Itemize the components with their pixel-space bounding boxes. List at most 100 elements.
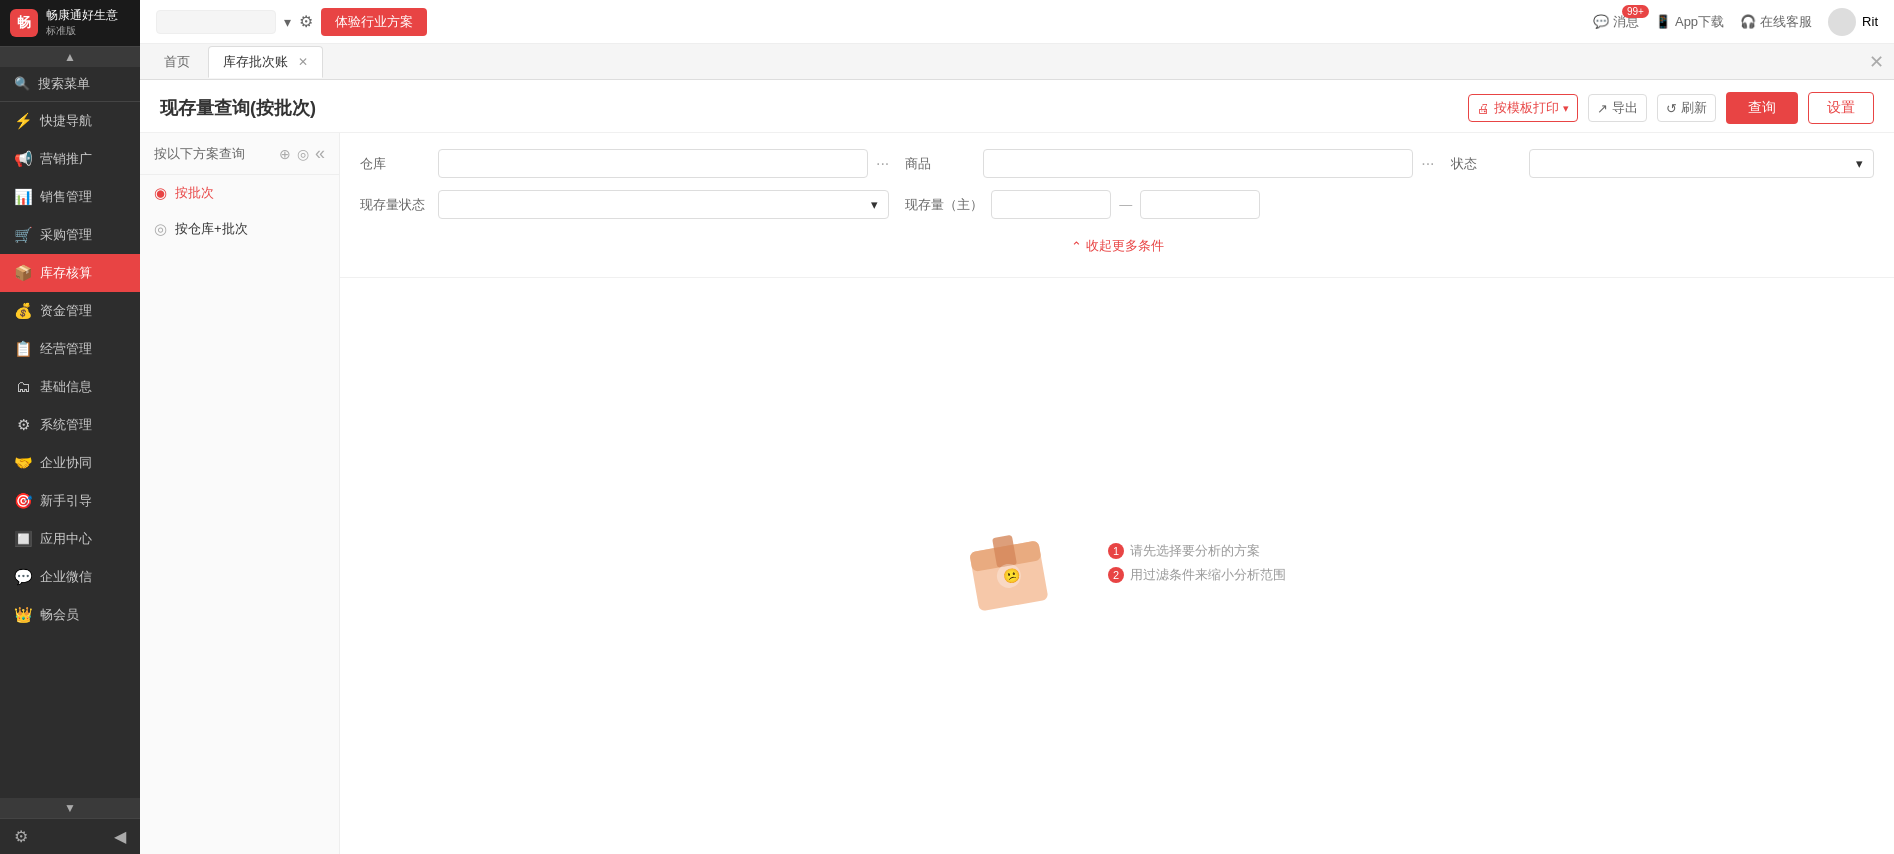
topbar-search-input[interactable] <box>156 10 276 34</box>
topbar-dropdown-icon[interactable]: ▾ <box>284 14 291 30</box>
sidebar-menu: ⚡ 快捷导航 📢 营销推广 📊 销售管理 🛒 采购管理 📦 库存核算 💰 资金管… <box>0 102 140 798</box>
member-icon: 👑 <box>14 606 32 624</box>
topbar-app-download[interactable]: 📱 App下载 <box>1655 13 1724 31</box>
hint-num-2: 2 <box>1108 567 1124 583</box>
filter-product: 商品 ··· <box>905 149 1434 178</box>
hint-num-1: 1 <box>1108 543 1124 559</box>
warehouse-dots[interactable]: ··· <box>876 155 889 173</box>
topbar-user[interactable]: Rit <box>1828 8 1878 36</box>
stock-qty-label: 现存量（主） <box>905 196 983 214</box>
basic-icon: 🗂 <box>14 378 32 395</box>
stock-qty-from-input[interactable] <box>991 190 1111 219</box>
tab-batch-close[interactable]: ✕ <box>298 55 308 69</box>
refresh-icon: ↺ <box>1666 101 1677 116</box>
topbar-gear-icon[interactable]: ⚙ <box>299 12 313 31</box>
product-dots[interactable]: ··· <box>1421 155 1434 173</box>
filter-warehouse: 仓库 ··· <box>360 149 889 178</box>
schema-warehouse-batch-label: 按仓库+批次 <box>175 220 248 238</box>
sidebar-item-wechat[interactable]: 💬 企业微信 <box>0 558 140 596</box>
settings-button[interactable]: 设置 <box>1808 92 1874 124</box>
sidebar: 畅 畅康通好生意 标准版 ▲ 🔍 搜索菜单 ⚡ 快捷导航 📢 营销推广 📊 销售… <box>0 0 140 854</box>
sidebar-item-label: 畅会员 <box>40 606 79 624</box>
sidebar-item-basic[interactable]: 🗂 基础信息 <box>0 368 140 406</box>
sidebar-item-finance[interactable]: 💰 资金管理 <box>0 292 140 330</box>
collapse-more-btn[interactable]: ⌃ 收起更多条件 <box>360 231 1874 261</box>
status-filter-label: 状态 <box>1451 155 1521 173</box>
sidebar-item-label: 库存核算 <box>40 264 92 282</box>
trial-button[interactable]: 体验行业方案 <box>321 8 427 36</box>
print-button[interactable]: 🖨 按模板打印 ▾ <box>1468 94 1578 122</box>
warehouse-input[interactable] <box>438 149 868 178</box>
export-icon: ↗ <box>1597 101 1608 116</box>
filter-row-1: 仓库 ··· 商品 ··· 状态 <box>360 149 1874 178</box>
tab-close-btn[interactable]: ✕ <box>1869 51 1884 73</box>
settings-icon[interactable]: ⚙ <box>14 827 28 846</box>
sidebar-bottom: ⚙ ◀ <box>0 818 140 854</box>
topbar-service[interactable]: 🎧 在线客服 <box>1740 13 1812 31</box>
hint-text-2: 用过滤条件来缩小分析范围 <box>1130 566 1286 584</box>
hint-item-2: 2 用过滤条件来缩小分析范围 <box>1108 566 1286 584</box>
tab-home[interactable]: 首页 <box>150 47 204 77</box>
operation-icon: 📋 <box>14 340 32 358</box>
sidebar-item-label: 经营管理 <box>40 340 92 358</box>
print-dropdown-icon[interactable]: ▾ <box>1563 102 1569 115</box>
app-label: App下载 <box>1675 13 1724 31</box>
sidebar-item-collab[interactable]: 🤝 企业协同 <box>0 444 140 482</box>
collapse-sidebar-icon[interactable]: ◀ <box>114 827 126 846</box>
collapse-panel-icon[interactable]: « <box>315 143 325 164</box>
sidebar-item-label: 销售管理 <box>40 188 92 206</box>
schema-item-batch[interactable]: ◉ 按批次 <box>140 175 339 211</box>
sidebar-item-system[interactable]: ⚙ 系统管理 <box>0 406 140 444</box>
sidebar-item-purchase[interactable]: 🛒 采购管理 <box>0 216 140 254</box>
purchase-icon: 🛒 <box>14 226 32 244</box>
sidebar-item-label: 系统管理 <box>40 416 92 434</box>
topbar-left: ▾ ⚙ 体验行业方案 <box>156 8 427 36</box>
export-button[interactable]: ↗ 导出 <box>1588 94 1647 122</box>
sidebar-item-inventory[interactable]: 📦 库存核算 <box>0 254 140 292</box>
schema-settings-icon[interactable]: ◎ <box>297 146 309 162</box>
marketing-icon: 📢 <box>14 150 32 168</box>
export-label: 导出 <box>1612 99 1638 117</box>
print-icon: 🖨 <box>1477 101 1490 116</box>
query-button[interactable]: 查询 <box>1726 92 1798 124</box>
sidebar-item-guide[interactable]: 🎯 新手引导 <box>0 482 140 520</box>
refresh-button[interactable]: ↺ 刷新 <box>1657 94 1716 122</box>
stock-status-select[interactable]: ▾ <box>438 190 889 219</box>
tab-batch[interactable]: 库存批次账 ✕ <box>208 46 323 78</box>
product-filter-label: 商品 <box>905 155 975 173</box>
page-header: 现存量查询(按批次) 🖨 按模板打印 ▾ ↗ 导出 ↺ 刷新 查询 设置 <box>140 80 1894 133</box>
filter-status: 状态 ▾ <box>1451 149 1874 178</box>
add-schema-icon[interactable]: ⊕ <box>279 146 291 162</box>
sidebar-header: 畅 畅康通好生意 标准版 <box>0 0 140 47</box>
sidebar-item-member[interactable]: 👑 畅会员 <box>0 596 140 634</box>
sidebar-item-quick[interactable]: ⚡ 快捷导航 <box>0 102 140 140</box>
status-select[interactable]: ▾ <box>1529 149 1874 178</box>
sidebar-item-sales[interactable]: 📊 销售管理 <box>0 178 140 216</box>
tab-home-label: 首页 <box>164 54 190 69</box>
schema-item-warehouse-batch[interactable]: ◎ 按仓库+批次 <box>140 211 339 247</box>
main-area: ▾ ⚙ 体验行业方案 💬 消息 99+ 📱 App下载 🎧 在线客服 Rit <box>140 0 1894 854</box>
sidebar-scroll-up[interactable]: ▲ <box>0 47 140 67</box>
topbar: ▾ ⚙ 体验行业方案 💬 消息 99+ 📱 App下载 🎧 在线客服 Rit <box>140 0 1894 44</box>
sidebar-item-marketing[interactable]: 📢 营销推广 <box>0 140 140 178</box>
product-input[interactable] <box>983 149 1413 178</box>
sidebar-item-apps[interactable]: 🔲 应用中心 <box>0 520 140 558</box>
app-edition: 标准版 <box>46 24 118 38</box>
sidebar-search[interactable]: 🔍 搜索菜单 <box>0 67 140 102</box>
topbar-message[interactable]: 💬 消息 99+ <box>1593 13 1639 31</box>
tab-batch-label: 库存批次账 <box>223 54 288 69</box>
status-select-arrow: ▾ <box>1856 156 1863 171</box>
sidebar-item-label: 采购管理 <box>40 226 92 244</box>
headset-icon: 🎧 <box>1740 14 1756 29</box>
sales-icon: 📊 <box>14 188 32 206</box>
sidebar-item-label: 营销推广 <box>40 150 92 168</box>
sidebar-search-label: 搜索菜单 <box>38 75 90 93</box>
sidebar-item-operation[interactable]: 📋 经营管理 <box>0 330 140 368</box>
filter-area: 仓库 ··· 商品 ··· 状态 <box>340 133 1894 278</box>
schema-batch-label: 按批次 <box>175 184 214 202</box>
sidebar-scroll-down[interactable]: ▼ <box>0 798 140 818</box>
empty-hints: 1 请先选择要分析的方案 2 用过滤条件来缩小分析范围 <box>1108 542 1286 590</box>
stock-qty-to-input[interactable] <box>1140 190 1260 219</box>
user-name: Rit <box>1862 14 1878 29</box>
sidebar-item-label: 资金管理 <box>40 302 92 320</box>
